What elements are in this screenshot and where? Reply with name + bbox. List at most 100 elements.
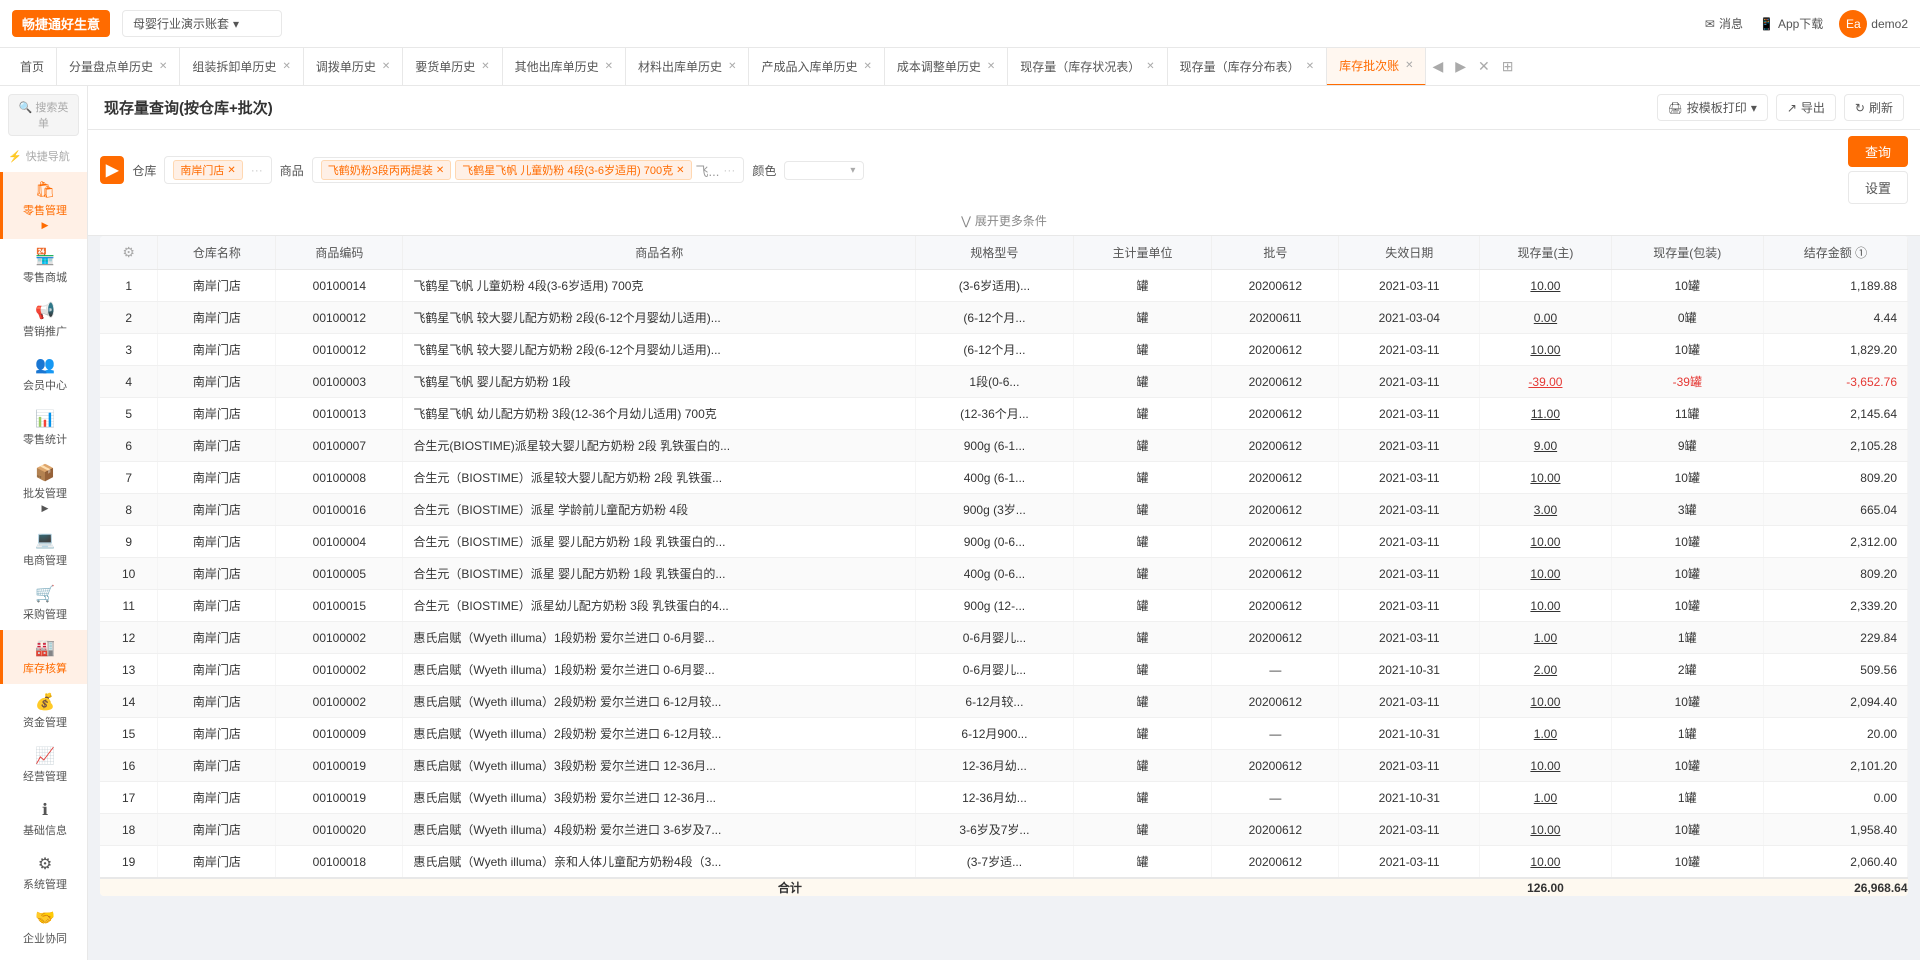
export-btn[interactable]: ↗ 导出	[1776, 94, 1836, 121]
member-icon: 👥	[35, 355, 55, 375]
tab-prev-btn[interactable]: ◀	[1426, 58, 1449, 75]
tab-close-11[interactable]: ✕	[1405, 60, 1413, 71]
page-header: 现存量查询(按仓库+批次) 🖨 按模板打印 ▾ ↗ 导出 ↻ 刷新	[88, 86, 1920, 130]
cell-unit: 罐	[1073, 270, 1211, 302]
tab-home[interactable]: 首页	[8, 48, 57, 86]
cell-qty-pkg: 11罐	[1611, 398, 1763, 430]
refresh-label: 刷新	[1869, 99, 1893, 116]
sidebar-item-collab[interactable]: 🤝 企业协同	[0, 900, 87, 954]
tab-6[interactable]: 材料出库单历史 ✕	[626, 48, 749, 86]
table-row: 6 南岸门店 00100007 合生元(BIOSTIME)派星较大婴儿配方奶粉 …	[100, 430, 1908, 462]
sidebar-item-stats[interactable]: 📊 零售统计	[0, 401, 87, 455]
sidebar-item-wholesale[interactable]: 📦 批发管理 ▶	[0, 455, 87, 522]
sidebar-item-member[interactable]: 👥 会员中心	[0, 347, 87, 401]
cell-no: 15	[100, 718, 158, 750]
message-icon: ✉	[1705, 17, 1715, 31]
cell-no: 7	[100, 462, 158, 494]
cell-no: 9	[100, 526, 158, 558]
sidebar-item-purchase[interactable]: 🛒 采购管理	[0, 576, 87, 630]
table-body: 1 南岸门店 00100014 飞鹤星飞帆 儿童奶粉 4段(3-6岁适用) 70…	[100, 270, 1908, 879]
sidebar-item-base[interactable]: ℹ 基础信息	[0, 792, 87, 846]
tab-close-10[interactable]: ✕	[1306, 61, 1314, 72]
tab-close-8[interactable]: ✕	[987, 61, 995, 72]
collab-icon: 🤝	[35, 908, 55, 928]
tab-5[interactable]: 其他出库单历史 ✕	[503, 48, 626, 86]
sidebar-item-shop[interactable]: 🏪 零售商城	[0, 239, 87, 293]
cell-batch: 20200612	[1212, 526, 1339, 558]
cell-qty: 10.00	[1480, 526, 1612, 558]
cell-qty: 10.00	[1480, 558, 1612, 590]
tab-close-7[interactable]: ✕	[863, 61, 871, 72]
tab-9[interactable]: 现存量（库存状况表） ✕	[1008, 48, 1167, 86]
sidebar-item-marketing[interactable]: 📢 营销推广	[0, 293, 87, 347]
sidebar-item-retail[interactable]: 🛍 零售管理 ▶	[0, 172, 87, 239]
tab-close-9[interactable]: ✕	[1146, 61, 1154, 72]
product-tag-2: 飞鹤星飞帆 儿童奶粉 4段(3-6岁适用) 700克 ✕	[455, 160, 691, 180]
setting-button[interactable]: 设置	[1848, 171, 1908, 204]
cell-unit: 罐	[1073, 590, 1211, 622]
table-footer: 合计 126.00 26,968.64	[100, 878, 1908, 896]
sidebar-item-guide[interactable]: 🆕 新手引导	[0, 954, 87, 960]
color-selector[interactable]: ▾	[784, 161, 864, 180]
tab-close-2[interactable]: ✕	[282, 61, 290, 72]
cell-qty: 10.00	[1480, 270, 1612, 302]
tab-close-all[interactable]: ✕	[1472, 58, 1496, 75]
tab-10[interactable]: 现存量（库存分布表） ✕	[1168, 48, 1327, 86]
color-label: 颜色	[752, 162, 776, 179]
product-tag-1-remove[interactable]: ✕	[436, 165, 444, 176]
sidebar-item-finance[interactable]: 💰 资金管理	[0, 684, 87, 738]
sidebar-item-ecommerce[interactable]: 💻 电商管理	[0, 522, 87, 576]
main-layout: 🔍 搜索英单 ⚡快捷导航 🛍 零售管理 ▶ 🏪 零售商城 📢 营销推广 👥 会员…	[0, 86, 1920, 960]
column-settings-icon[interactable]: ⚙	[122, 244, 135, 260]
tab-8[interactable]: 成本调整单历史 ✕	[885, 48, 1008, 86]
product-ellipsis[interactable]: 飞...	[696, 161, 720, 180]
cell-warehouse: 南岸门店	[158, 782, 276, 814]
tab-4[interactable]: 要货单历史 ✕	[403, 48, 502, 86]
cell-unit: 罐	[1073, 718, 1211, 750]
workspace-selector[interactable]: 母婴行业演示账套 ▾	[122, 10, 282, 37]
user-profile[interactable]: Ea demo2	[1839, 10, 1908, 38]
tab-close-1[interactable]: ✕	[159, 61, 167, 72]
expand-more-btn[interactable]: ⋁ 展开更多条件	[961, 212, 1047, 229]
sidebar-item-system[interactable]: ⚙ 系统管理	[0, 846, 87, 900]
search-btn[interactable]: 🔍 搜索英单	[8, 94, 79, 136]
base-icon: ℹ	[42, 800, 48, 820]
inventory-table: ⚙ 仓库名称 商品编码 商品名称 规格型号 主计量单位 批号 失效日期 现存量(…	[100, 236, 1908, 896]
tab-close-5[interactable]: ✕	[605, 61, 613, 72]
product-tag-2-remove[interactable]: ✕	[676, 165, 684, 176]
cell-name: 合生元（BIOSTIME）派星幼儿配方奶粉 3段 乳铁蛋白的4...	[403, 590, 916, 622]
message-btn[interactable]: ✉ 消息	[1705, 15, 1743, 32]
cell-unit: 罐	[1073, 526, 1211, 558]
tab-2[interactable]: 组装拆卸单历史 ✕	[180, 48, 303, 86]
tab-7[interactable]: 产成品入库单历史 ✕	[749, 48, 884, 86]
tab-close-6[interactable]: ✕	[728, 61, 736, 72]
query-button[interactable]: 查询	[1848, 136, 1908, 167]
product-more-btn: ···	[723, 163, 735, 177]
cell-qty: -39.00	[1480, 366, 1612, 398]
tab-1[interactable]: 分量盘点单历史 ✕	[57, 48, 180, 86]
print-btn[interactable]: 🖨 按模板打印 ▾	[1657, 94, 1768, 121]
tab-menu-btn[interactable]: ⊞	[1496, 58, 1520, 75]
warehouse-remove-btn[interactable]: ✕	[227, 165, 235, 176]
cell-expiry: 2021-03-11	[1339, 270, 1480, 302]
cell-expiry: 2021-03-11	[1339, 398, 1480, 430]
cell-amount: 229.84	[1763, 622, 1907, 654]
tab-next-btn[interactable]: ▶	[1449, 58, 1472, 75]
table-container[interactable]: ⚙ 仓库名称 商品编码 商品名称 规格型号 主计量单位 批号 失效日期 现存量(…	[88, 236, 1920, 960]
cell-code: 00100018	[276, 846, 403, 879]
tab-close-4[interactable]: ✕	[481, 61, 489, 72]
app-download-btn[interactable]: 📱 App下载	[1759, 15, 1823, 32]
product-selector[interactable]: 飞鹤奶粉3段丙两提装 ✕ 飞鹤星飞帆 儿童奶粉 4段(3-6岁适用) 700克 …	[312, 157, 745, 183]
tab-11-active[interactable]: 库存批次账 ✕	[1327, 48, 1426, 86]
sidebar-item-inventory[interactable]: 🏭 库存核算	[0, 630, 87, 684]
tab-close-3[interactable]: ✕	[382, 61, 390, 72]
cell-expiry: 2021-03-11	[1339, 334, 1480, 366]
expand-sidebar-btn[interactable]: ▶	[100, 156, 124, 184]
refresh-btn[interactable]: ↻ 刷新	[1844, 94, 1904, 121]
sidebar-item-operations[interactable]: 📈 经营管理	[0, 738, 87, 792]
table-row: 19 南岸门店 00100018 惠氏启赋（Wyeth illuma）亲和人体儿…	[100, 846, 1908, 879]
tab-3[interactable]: 调拨单历史 ✕	[304, 48, 403, 86]
cell-batch: 20200612	[1212, 366, 1339, 398]
cell-spec: 900g (6-1...	[916, 430, 1074, 462]
warehouse-selector[interactable]: 南岸门店 ✕ ···	[164, 156, 271, 184]
